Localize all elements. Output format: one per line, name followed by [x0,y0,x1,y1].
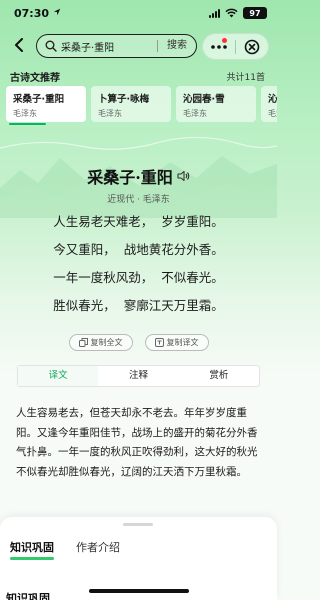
status-indicators: 97 [209,7,267,19]
copy-icon [78,338,88,347]
home-indicator [89,589,189,593]
poem-card-author: 毛泽 [268,109,277,118]
poem-card-list: 采桑子·重阳 毛泽东 卜算子·咏梅 毛泽东 沁园春·雪 毛泽东 沁园 毛泽 [6,86,277,126]
poem-card-author: 毛泽东 [183,109,207,118]
poem-card-title: 沁园春·雪 [183,94,225,105]
copy-full-text-button[interactable]: 复制全文 [68,334,133,351]
close-circle-icon [244,39,260,54]
search-box[interactable]: 采桑子·重阳 搜索 [36,34,197,58]
copy-full-text-label: 复制全文 [90,338,123,347]
poem-card-author: 毛泽东 [13,109,37,118]
poem-card[interactable]: 沁园春·雪 毛泽东 [176,86,256,122]
poem-card-author: 毛泽东 [98,109,122,118]
active-card-indicator [9,123,46,125]
more-button[interactable] [203,33,235,60]
battery-indicator: 97 [243,7,267,19]
sheet-tabs: 知识巩固 作者介绍 [10,539,120,560]
notification-dot [222,38,228,43]
poem-card-title: 沁园 [268,94,277,105]
close-button[interactable] [236,33,268,60]
tab-knowledge-review-label: 知识巩固 [10,541,54,554]
knowledge-review-heading: 知识巩固 [6,592,50,600]
audio-speaker-icon[interactable] [177,170,190,182]
mini-program-capsule [202,33,269,60]
content-tabs: 译文 注释 赏析 [17,365,260,387]
tab-author-intro[interactable]: 作者介绍 [76,539,120,555]
more-dots-icon [211,44,227,49]
translate-icon [154,338,164,347]
location-arrow-icon [53,8,61,16]
poem-card[interactable]: 卜算子·咏梅 毛泽东 [91,86,171,122]
search-button[interactable]: 搜索 [157,40,196,52]
status-bar: 07:30 97 [0,0,277,26]
poem-author-meta: 近现代 · 毛泽东 [107,195,170,205]
section-title: 古诗文推荐 [10,73,60,84]
tab-annotation[interactable]: 注释 [98,366,178,386]
poem-line: 今又重阳， 战地黄花分外香。 [53,242,224,257]
tab-knowledge-review[interactable]: 知识巩固 [10,539,54,560]
status-time: 07:30 [14,7,50,20]
poem-card[interactable]: 沁园 毛泽 [261,86,277,122]
translation-text: 人生容易老去，但苍天却永不老去。年年岁岁度重阳。又逢今年重阳佳节，战场上的盛开的… [16,407,258,478]
copy-translation-label: 复制译文 [166,338,199,347]
bottom-sheet: 知识巩固 作者介绍 知识巩固 [0,517,277,600]
cellular-signal-icon [209,8,220,18]
tab-appreciation[interactable]: 赏析 [179,366,259,386]
section-count: 共计11首 [226,73,265,83]
poem-title: 采桑子·重阳 [87,168,173,187]
copy-actions: 复制全文 复制译文 [0,334,277,351]
active-tab-underline [10,557,54,560]
poem-title-row: 采桑子·重阳 [0,164,277,188]
poem-line: 一年一度秋风劲， 不似春光。 [53,270,224,285]
poem-card-title: 采桑子·重阳 [13,94,65,105]
poem-line: 胜似春光， 寥廓江天万里霜。 [53,298,224,313]
poem-card[interactable]: 采桑子·重阳 毛泽东 [6,86,86,122]
sheet-drag-handle[interactable] [123,523,153,526]
wifi-icon [225,8,238,18]
tab-translation[interactable]: 译文 [18,366,99,386]
copy-translation-button[interactable]: 复制译文 [144,334,209,351]
search-icon [45,40,57,52]
poem-body: 人生易老天难老， 岁岁重阳。 今又重阳， 战地黄花分外香。 一年一度秋风劲， 不… [0,211,277,323]
chevron-left-icon [15,38,23,52]
back-button[interactable] [8,34,30,56]
poem-card-title: 卜算子·咏梅 [98,94,150,105]
poem-line: 人生易老天难老， 岁岁重阳。 [53,214,224,229]
search-input[interactable]: 采桑子·重阳 [61,39,157,54]
